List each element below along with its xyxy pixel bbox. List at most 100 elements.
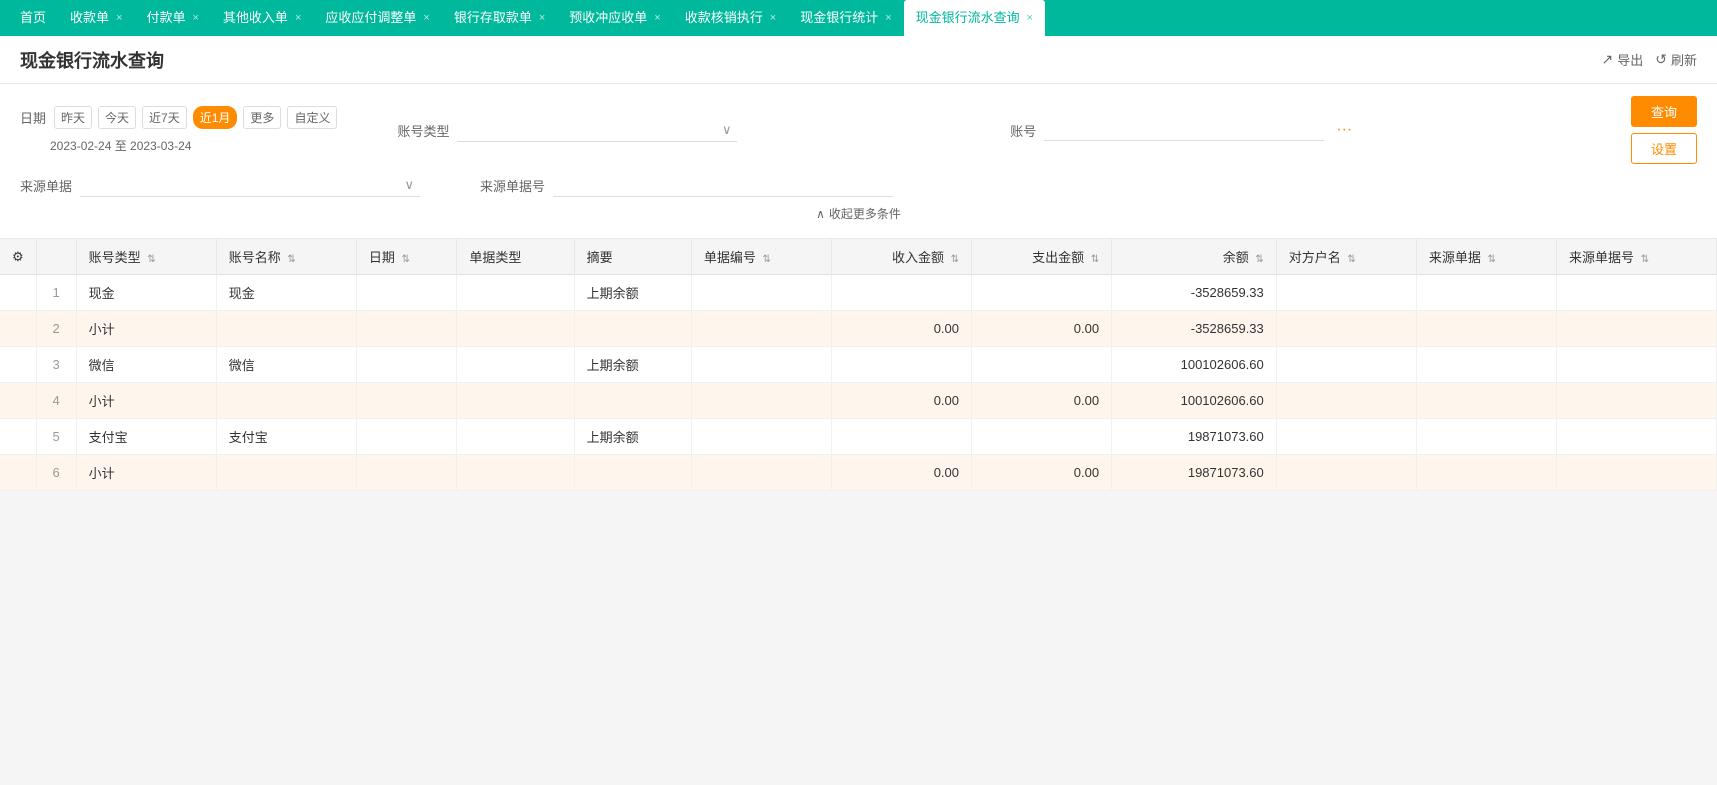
row-balance: 100102606.60 (1112, 383, 1277, 419)
top-nav: 首页 收款单 × 付款单 × 其他收入单 × 应收应付调整单 × 银行存取款单 … (0, 0, 1717, 36)
source-doc-num-column-header[interactable]: 来源单据号 ⇅ (1556, 239, 1716, 275)
row-balance: 100102606.60 (1112, 347, 1277, 383)
close-icon[interactable]: × (295, 0, 301, 36)
date-shortcuts: 昨天 今天 近7天 近1月 更多 自定义 (54, 106, 337, 129)
row-summary (574, 311, 691, 347)
nav-tab-6[interactable]: 收款核销执行 × (673, 0, 788, 36)
row-date (356, 275, 457, 311)
collapse-up-icon: ∧ (816, 207, 825, 221)
row-doc-type (457, 347, 574, 383)
row-doc-num (691, 383, 831, 419)
row-balance: 19871073.60 (1112, 455, 1277, 491)
account-input[interactable] (1044, 119, 1324, 141)
account-type-select[interactable]: ∨ (457, 119, 737, 142)
sort-icon: ⇅ (1255, 254, 1263, 265)
settings-button[interactable]: 设置 (1631, 133, 1697, 164)
date-btn-more[interactable]: 更多 (243, 106, 281, 129)
row-account-name: 支付宝 (216, 419, 356, 455)
row-source-doc (1416, 275, 1556, 311)
close-icon[interactable]: × (1027, 0, 1033, 36)
close-icon[interactable]: × (539, 0, 545, 36)
date-btn-custom[interactable]: 自定义 (287, 106, 337, 129)
source-doc-column-header[interactable]: 来源单据 ⇅ (1416, 239, 1556, 275)
row-expense (972, 275, 1112, 311)
date-column-header[interactable]: 日期 ⇅ (356, 239, 457, 275)
chevron-down-icon: ∨ (405, 177, 415, 193)
account-dots-button[interactable]: ··· (1336, 121, 1352, 139)
counterpart-column-header[interactable]: 对方户名 ⇅ (1276, 239, 1416, 275)
close-icon[interactable]: × (192, 0, 198, 36)
row-summary (574, 383, 691, 419)
export-button[interactable]: ↗ 导出 (1602, 50, 1644, 69)
nav-tab-3[interactable]: 应收应付调整单 × (313, 0, 441, 36)
nav-home[interactable]: 首页 (8, 0, 58, 36)
row-source-doc (1416, 347, 1556, 383)
gear-icon: ⚙ (12, 249, 24, 264)
nav-tab-4[interactable]: 银行存取款单 × (442, 0, 557, 36)
nav-tab-5[interactable]: 预收冲应收单 × (557, 0, 672, 36)
doc-num-column-header[interactable]: 单据编号 ⇅ (691, 239, 831, 275)
row-source-doc-num (1556, 419, 1716, 455)
row-income (831, 419, 971, 455)
row-income: 0.00 (831, 383, 971, 419)
row-account-type: 小计 (76, 455, 216, 491)
row-account-name (216, 383, 356, 419)
income-column-header[interactable]: 收入金额 ⇅ (831, 239, 971, 275)
row-source-doc (1416, 419, 1556, 455)
row-income: 0.00 (831, 311, 971, 347)
date-btn-7days[interactable]: 近7天 (142, 106, 187, 129)
balance-column-header[interactable]: 余额 ⇅ (1112, 239, 1277, 275)
row-expense: 0.00 (972, 383, 1112, 419)
row-index: 6 (36, 455, 76, 491)
export-icon: ↗ (1602, 51, 1614, 68)
query-button[interactable]: 查询 (1631, 96, 1697, 127)
date-btn-yesterday[interactable]: 昨天 (54, 106, 92, 129)
row-source-doc (1416, 383, 1556, 419)
account-type-column-header[interactable]: 账号类型 ⇅ (76, 239, 216, 275)
row-doc-num (691, 347, 831, 383)
row-doc-num (691, 275, 831, 311)
date-btn-1month[interactable]: 近1月 (193, 106, 238, 129)
collapse-button[interactable]: ∧ 收起更多条件 (816, 205, 901, 222)
account-type-label: 账号类型 (397, 121, 449, 140)
row-gear (0, 311, 36, 347)
nav-tab-0[interactable]: 收款单 × (58, 0, 134, 36)
nav-tab-7[interactable]: 现金银行统计 × (788, 0, 903, 36)
source-doc-num-label: 来源单据号 (480, 176, 545, 195)
table-row: 4 小计 0.00 0.00 100102606.60 (0, 383, 1717, 419)
gear-column-header[interactable]: ⚙ (0, 239, 36, 275)
date-btn-today[interactable]: 今天 (98, 106, 136, 129)
close-icon[interactable]: × (885, 0, 891, 36)
nav-tab-2[interactable]: 其他收入单 × (211, 0, 313, 36)
table-header-row: ⚙ 账号类型 ⇅ 账号名称 ⇅ 日期 ⇅ 单据类型 (0, 239, 1717, 275)
row-source-doc-num (1556, 383, 1716, 419)
row-index: 5 (36, 419, 76, 455)
row-gear (0, 419, 36, 455)
close-icon[interactable]: × (654, 0, 660, 36)
sort-icon: ⇅ (147, 254, 155, 265)
source-doc-select[interactable]: ∨ (80, 174, 420, 197)
sort-icon: ⇅ (1347, 254, 1355, 265)
row-index: 1 (36, 275, 76, 311)
row-balance: -3528659.33 (1112, 311, 1277, 347)
date-label: 日期 (20, 108, 46, 127)
row-source-doc-num (1556, 347, 1716, 383)
nav-tab-8[interactable]: 现金银行流水查询 × (904, 0, 1045, 36)
nav-tab-1[interactable]: 付款单 × (134, 0, 210, 36)
header-actions: ↗ 导出 ↺ 刷新 (1602, 50, 1698, 69)
date-range-display: 2023-02-24 至 2023-03-24 (50, 137, 191, 154)
row-counterpart (1276, 383, 1416, 419)
row-source-doc-num (1556, 455, 1716, 491)
expense-column-header[interactable]: 支出金额 ⇅ (972, 239, 1112, 275)
close-icon[interactable]: × (423, 0, 429, 36)
close-icon[interactable]: × (116, 0, 122, 36)
row-counterpart (1276, 311, 1416, 347)
row-source-doc (1416, 311, 1556, 347)
page-header: 现金银行流水查询 ↗ 导出 ↺ 刷新 (0, 36, 1717, 84)
source-doc-num-input[interactable] (553, 175, 893, 197)
account-name-column-header[interactable]: 账号名称 ⇅ (216, 239, 356, 275)
filter-area: 日期 昨天 今天 近7天 近1月 更多 自定义 2023-02-24 至 202… (0, 84, 1717, 239)
sort-icon: ⇅ (401, 254, 409, 265)
close-icon[interactable]: × (770, 0, 776, 36)
refresh-button[interactable]: ↺ 刷新 (1655, 50, 1697, 69)
